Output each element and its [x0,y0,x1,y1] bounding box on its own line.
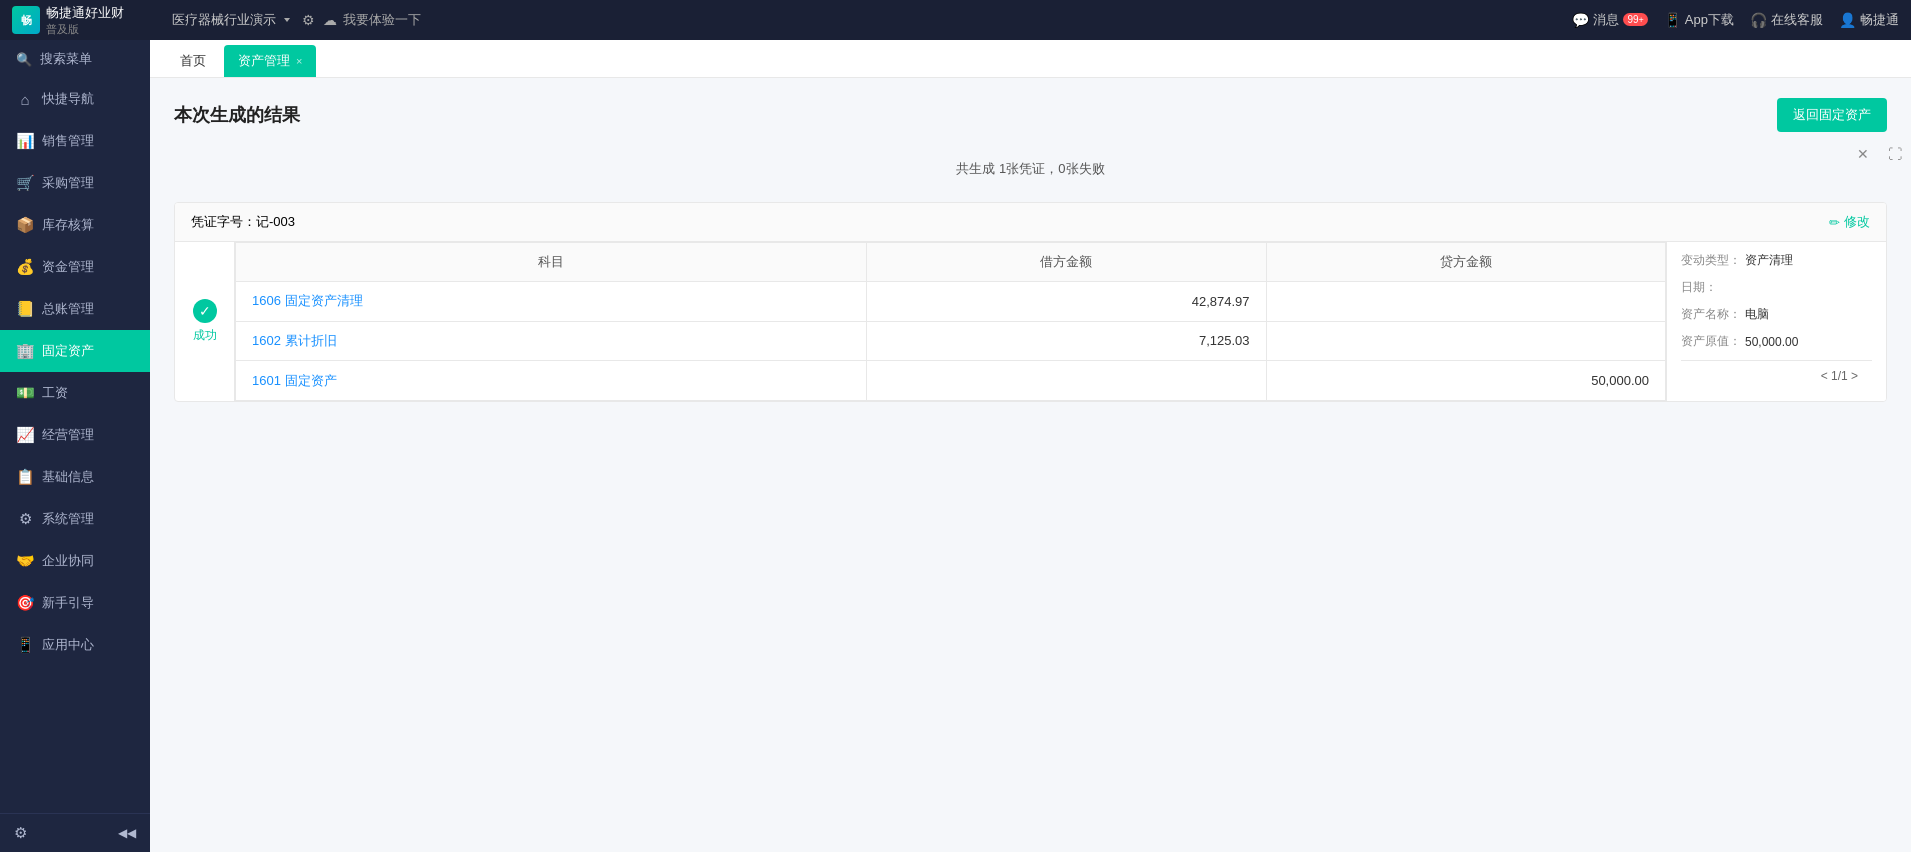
success-icon: ✓ [193,299,217,323]
summary-text: 共生成 1张凭证，0张失败 [956,161,1104,176]
tab-asset-management[interactable]: 资产管理 × [224,45,316,77]
quick-nav-icon: ⌂ [16,91,34,108]
sidebar-item-ledger[interactable]: 📒 总账管理 [0,288,150,330]
sidebar-item-app-center[interactable]: 📱 应用中心 [0,624,150,666]
return-button[interactable]: 返回固定资产 [1777,98,1887,132]
row2-subject: 1602 累计折旧 [236,321,867,361]
guide-icon: 🎯 [16,594,34,612]
window-controls: ✕ ⛶ [1847,138,1911,170]
col-credit: 贷方金额 [1266,243,1665,282]
table-row: 1602 累计折旧 7,125.03 [236,321,1666,361]
right-panel-date: 日期： [1681,279,1872,296]
sidebar: 🔍 搜索菜单 ⌂ 快捷导航 📊 销售管理 🛒 采购管理 📦 库存核算 💰 资金管… [0,40,150,852]
sidebar-settings-icon[interactable]: ⚙ [14,824,27,842]
sidebar-search[interactable]: 🔍 搜索菜单 [0,40,150,78]
sales-icon: 📊 [16,132,34,150]
voucher-table-wrapper: ✓ 成功 科目 借方金额 贷方金额 [175,242,1886,401]
row2-debit: 7,125.03 [867,321,1266,361]
row3-debit [867,361,1266,401]
sidebar-item-payroll[interactable]: 💵 工资 [0,372,150,414]
row3-subject: 1601 固定资产 [236,361,867,401]
sidebar-item-purchase[interactable]: 🛒 采购管理 [0,162,150,204]
sidebar-item-sales[interactable]: 📊 销售管理 [0,120,150,162]
sidebar-bottom: ⚙ ◀◀ [0,813,150,852]
tab-close-icon[interactable]: × [296,55,302,67]
table-row: 1606 固定资产清理 42,874.97 [236,282,1666,322]
company-name: 医疗器械行业演示 [172,11,276,29]
finance-icon: 💰 [16,258,34,276]
row1-debit: 42,874.97 [867,282,1266,322]
sidebar-item-basic-info[interactable]: 📋 基础信息 [0,456,150,498]
logo-icon: 畅 [12,6,40,34]
ledger-icon: 📒 [16,300,34,318]
header-right: 💬 消息 99 📱 App下载 🎧 在线客服 👤 畅捷通 [1572,11,1899,29]
company-selector[interactable]: 医疗器械行业演示 ⚙ [172,11,315,29]
svg-marker-0 [284,18,290,22]
row1-credit [1266,282,1665,322]
sidebar-item-cooperation[interactable]: 🤝 企业协同 [0,540,150,582]
content-area: 首页 资产管理 × ✕ ⛶ 本次生成的结果 返回固定资产 共生成 1张凭证，0张… [150,40,1911,852]
app-download-btn[interactable]: 📱 App下载 [1664,11,1734,29]
top-header: 畅 畅捷通好业财 普及版 医疗器械行业演示 ⚙ ☁ 我要体验一下 💬 消息 99… [0,0,1911,40]
expand-window-btn[interactable]: ⛶ [1879,138,1911,170]
payroll-icon: 💵 [16,384,34,402]
app-name: 畅捷通好业财 [46,4,124,22]
voucher-table: 科目 借方金额 贷方金额 1606 固定资产清理 42,874.97 [235,242,1666,401]
app-logo: 畅 畅捷通好业财 普及版 [12,4,124,37]
page-title: 本次生成的结果 [174,103,300,127]
app-center-icon: 📱 [16,636,34,654]
fixed-assets-icon: 🏢 [16,342,34,360]
sidebar-item-fixed-assets[interactable]: 🏢 固定资产 [0,330,150,372]
search-icon: 🔍 [16,52,32,67]
row2-credit [1266,321,1665,361]
right-panel-change-type: 变动类型： 资产清理 [1681,252,1872,269]
basic-info-icon: 📋 [16,468,34,486]
table-row: 1601 固定资产 50,000.00 [236,361,1666,401]
cooperation-icon: 🤝 [16,552,34,570]
right-panel: 变动类型： 资产清理 日期： 资产名称： 电脑 资产原值： [1666,242,1886,401]
user-btn[interactable]: 👤 畅捷通 [1839,11,1899,29]
right-panel-original-value: 资产原值： 50,000.00 [1681,333,1872,350]
messages-btn[interactable]: 💬 消息 99 [1572,11,1647,29]
close-window-btn[interactable]: ✕ [1847,138,1879,170]
pagination[interactable]: < 1/1 > [1681,360,1872,391]
row3-credit: 50,000.00 [1266,361,1665,401]
experience-hint: ☁ 我要体验一下 [323,11,421,29]
tab-home[interactable]: 首页 [166,45,220,77]
voucher-header: 凭证字号：记-003 ✏ 修改 [175,203,1886,242]
success-text: 成功 [193,327,217,344]
system-icon: ⚙ [16,510,34,528]
page-content: ✕ ⛶ 本次生成的结果 返回固定资产 共生成 1张凭证，0张失败 凭证字号：记-… [150,78,1911,852]
sidebar-item-system[interactable]: ⚙ 系统管理 [0,498,150,540]
app-edition: 普及版 [46,22,124,37]
col-subject: 科目 [236,243,867,282]
inventory-icon: 📦 [16,216,34,234]
online-service-btn[interactable]: 🎧 在线客服 [1750,11,1823,29]
sidebar-collapse-icon[interactable]: ◀◀ [118,826,136,840]
sidebar-item-inventory[interactable]: 📦 库存核算 [0,204,150,246]
voucher-card: 凭证字号：记-003 ✏ 修改 ✓ 成功 [174,202,1887,402]
col-debit: 借方金额 [867,243,1266,282]
tab-bar: 首页 资产管理 × [150,40,1911,78]
settings-icon[interactable]: ⚙ [302,12,315,28]
voucher-number: 凭证字号：记-003 [191,213,295,231]
edit-icon: ✏ [1829,215,1840,230]
edit-button[interactable]: ✏ 修改 [1829,213,1870,231]
success-indicator: ✓ 成功 [175,242,235,401]
right-panel-asset-name: 资产名称： 电脑 [1681,306,1872,323]
page-title-bar: 本次生成的结果 返回固定资产 [174,98,1887,132]
sidebar-item-guide[interactable]: 🎯 新手引导 [0,582,150,624]
messages-badge: 99 [1623,13,1647,26]
row1-subject: 1606 固定资产清理 [236,282,867,322]
summary-bar: 共生成 1张凭证，0张失败 [174,152,1887,186]
sidebar-item-finance[interactable]: 💰 资金管理 [0,246,150,288]
operations-icon: 📈 [16,426,34,444]
purchase-icon: 🛒 [16,174,34,192]
sidebar-item-quick-nav[interactable]: ⌂ 快捷导航 [0,78,150,120]
sidebar-item-operations[interactable]: 📈 经营管理 [0,414,150,456]
